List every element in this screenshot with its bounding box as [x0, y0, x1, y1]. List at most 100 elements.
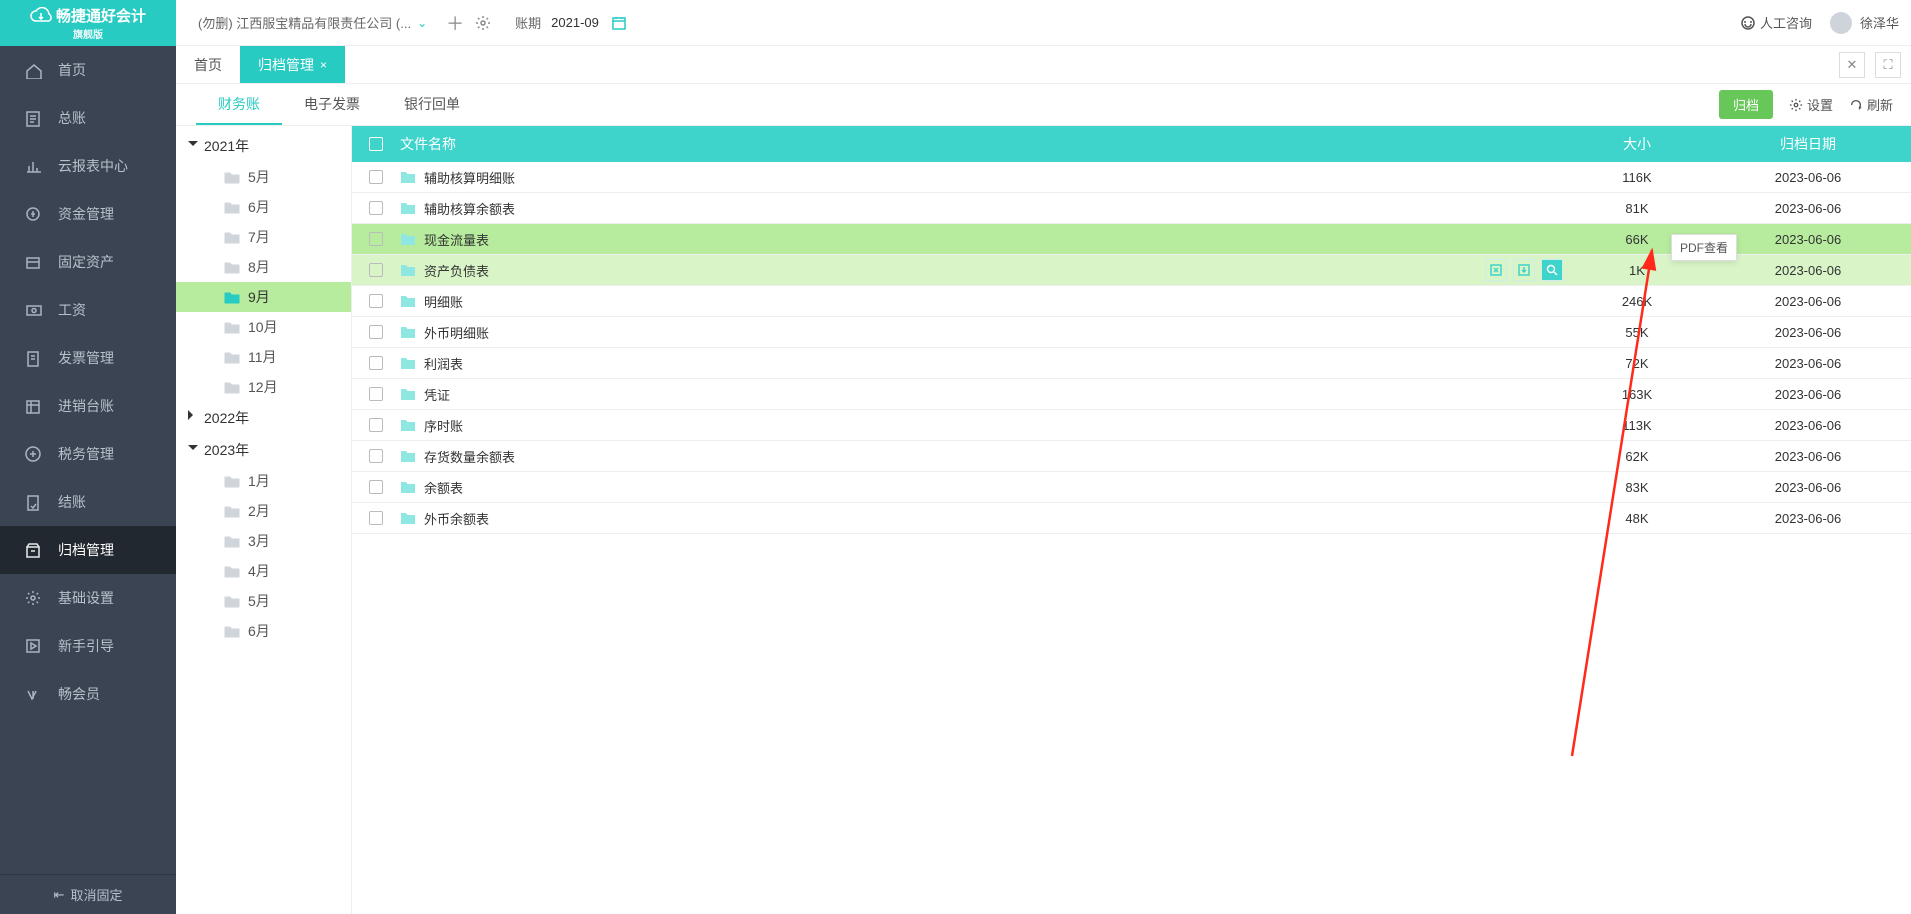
sidebar-item-13[interactable]: 畅会员 — [0, 670, 176, 718]
sidebar-item-2[interactable]: 云报表中心 — [0, 142, 176, 190]
close-tab-button[interactable]: ✕ — [1839, 52, 1865, 78]
sidebar-item-1[interactable]: 总账 — [0, 94, 176, 142]
window-tab-0[interactable]: 首页 — [176, 46, 240, 83]
table-row[interactable]: 辅助核算明细账116K2023-06-06 — [352, 162, 1911, 193]
tree-month[interactable]: 1月 — [176, 466, 351, 496]
tree-month[interactable]: 6月 — [176, 616, 351, 646]
file-size: 246K — [1569, 294, 1705, 309]
window-tab-1[interactable]: 归档管理× — [240, 46, 345, 83]
window-tabs: 首页归档管理× ✕ ⛶ — [176, 46, 1911, 84]
gear-icon[interactable] — [469, 15, 497, 31]
table-row[interactable]: 凭证163K2023-06-06 — [352, 379, 1911, 410]
user-menu[interactable]: 徐泽华 — [1830, 12, 1899, 34]
close-icon[interactable]: × — [320, 58, 327, 72]
row-checkbox[interactable] — [369, 232, 383, 246]
tree-month[interactable]: 3月 — [176, 526, 351, 556]
file-date: 2023-06-06 — [1705, 201, 1911, 216]
tree-month[interactable]: 6月 — [176, 192, 351, 222]
table-row[interactable]: 余额表83K2023-06-06 — [352, 472, 1911, 503]
file-name: 序时账 — [424, 416, 463, 435]
sidebar-item-6[interactable]: 发票管理 — [0, 334, 176, 382]
row-checkbox[interactable] — [369, 480, 383, 494]
nav-label: 资金管理 — [58, 204, 114, 224]
file-name: 凭证 — [424, 385, 450, 404]
tree-month[interactable]: 2月 — [176, 496, 351, 526]
row-checkbox[interactable] — [369, 511, 383, 525]
nav-label: 进销台账 — [58, 396, 114, 416]
row-checkbox[interactable] — [369, 294, 383, 308]
row-checkbox[interactable] — [369, 418, 383, 432]
folder-icon — [224, 595, 240, 608]
table-row[interactable]: 利润表72K2023-06-06 — [352, 348, 1911, 379]
company-selector[interactable]: (勿删) 江西服宝精品有限责任公司 (... — [198, 13, 411, 32]
row-checkbox[interactable] — [369, 263, 383, 277]
tree-month[interactable]: 10月 — [176, 312, 351, 342]
file-size: 48K — [1569, 511, 1705, 526]
sidebar-unpin[interactable]: ⇤取消固定 — [0, 874, 176, 914]
fullscreen-button[interactable]: ⛶ — [1875, 52, 1901, 78]
tree-year-1[interactable]: 2022年 — [176, 402, 351, 434]
tree-month[interactable]: 9月 — [176, 282, 351, 312]
chevron-down-icon[interactable]: ⌄ — [417, 16, 427, 30]
settings-button[interactable]: 设置 — [1789, 95, 1833, 114]
add-icon[interactable]: ＋ — [441, 10, 469, 36]
table-row[interactable]: 存货数量余额表62K2023-06-06 — [352, 441, 1911, 472]
folder-icon — [224, 535, 240, 548]
nav-label: 畅会员 — [58, 684, 100, 704]
subtab-0[interactable]: 财务账 — [196, 84, 282, 125]
subtab-1[interactable]: 电子发票 — [282, 84, 382, 125]
table-row[interactable]: 明细账246K2023-06-06 — [352, 286, 1911, 317]
table-row[interactable]: 辅助核算余额表81K2023-06-06 — [352, 193, 1911, 224]
tree-month[interactable]: 11月 — [176, 342, 351, 372]
tree-month[interactable]: 5月 — [176, 586, 351, 616]
period-value[interactable]: 2021-09 — [551, 15, 599, 30]
file-table: 文件名称 大小 归档日期 辅助核算明细账116K2023-06-06辅助核算余额… — [352, 126, 1911, 914]
file-name: 余额表 — [424, 478, 463, 497]
nav-label: 发票管理 — [58, 348, 114, 368]
archive-button[interactable]: 归档 — [1719, 90, 1773, 119]
tree-month[interactable]: 8月 — [176, 252, 351, 282]
sidebar-item-8[interactable]: 税务管理 — [0, 430, 176, 478]
sidebar-item-9[interactable]: 结账 — [0, 478, 176, 526]
sidebar-item-4[interactable]: 固定资产 — [0, 238, 176, 286]
tree-year-0[interactable]: 2021年 — [176, 130, 351, 162]
sidebar-item-10[interactable]: 归档管理 — [0, 526, 176, 574]
tree-month[interactable]: 4月 — [176, 556, 351, 586]
refresh-button[interactable]: 刷新 — [1849, 95, 1893, 114]
row-checkbox[interactable] — [369, 387, 383, 401]
tree-month[interactable]: 7月 — [176, 222, 351, 252]
file-size: 81K — [1569, 201, 1705, 216]
nav-label: 工资 — [58, 300, 86, 320]
tree-month[interactable]: 12月 — [176, 372, 351, 402]
support-link[interactable]: 人工咨询 — [1740, 13, 1812, 32]
subtab-2[interactable]: 银行回单 — [382, 84, 482, 125]
sidebar-item-5[interactable]: 工资 — [0, 286, 176, 334]
sidebar-item-3[interactable]: 资金管理 — [0, 190, 176, 238]
folder-icon — [400, 511, 416, 525]
sidebar-item-7[interactable]: 进销台账 — [0, 382, 176, 430]
tree-month[interactable]: 5月 — [176, 162, 351, 192]
period-label: 账期 — [515, 13, 541, 32]
row-checkbox[interactable] — [369, 325, 383, 339]
file-size: 163K — [1569, 387, 1705, 402]
excel-download-icon[interactable] — [1485, 259, 1507, 281]
sidebar-item-12[interactable]: 新手引导 — [0, 622, 176, 670]
row-checkbox[interactable] — [369, 449, 383, 463]
table-row[interactable]: 外币余额表48K2023-06-06 — [352, 503, 1911, 534]
table-row[interactable]: 序时账113K2023-06-06 — [352, 410, 1911, 441]
pdf-view-icon[interactable] — [1541, 259, 1563, 281]
sidebar-item-11[interactable]: 基础设置 — [0, 574, 176, 622]
sidebar: 畅捷通好会计 旗舰版 首页总账云报表中心资金管理固定资产工资发票管理进销台账税务… — [0, 0, 176, 914]
nav-label: 固定资产 — [58, 252, 114, 272]
calendar-icon[interactable] — [605, 16, 633, 30]
col-name: 文件名称 — [400, 134, 1569, 154]
select-all-checkbox[interactable] — [369, 137, 383, 151]
row-checkbox[interactable] — [369, 170, 383, 184]
row-checkbox[interactable] — [369, 356, 383, 370]
table-row[interactable]: 外币明细账55K2023-06-06 — [352, 317, 1911, 348]
pdf-download-icon[interactable] — [1513, 259, 1535, 281]
folder-icon — [400, 418, 416, 432]
tree-year-2[interactable]: 2023年 — [176, 434, 351, 466]
row-checkbox[interactable] — [369, 201, 383, 215]
sidebar-item-0[interactable]: 首页 — [0, 46, 176, 94]
